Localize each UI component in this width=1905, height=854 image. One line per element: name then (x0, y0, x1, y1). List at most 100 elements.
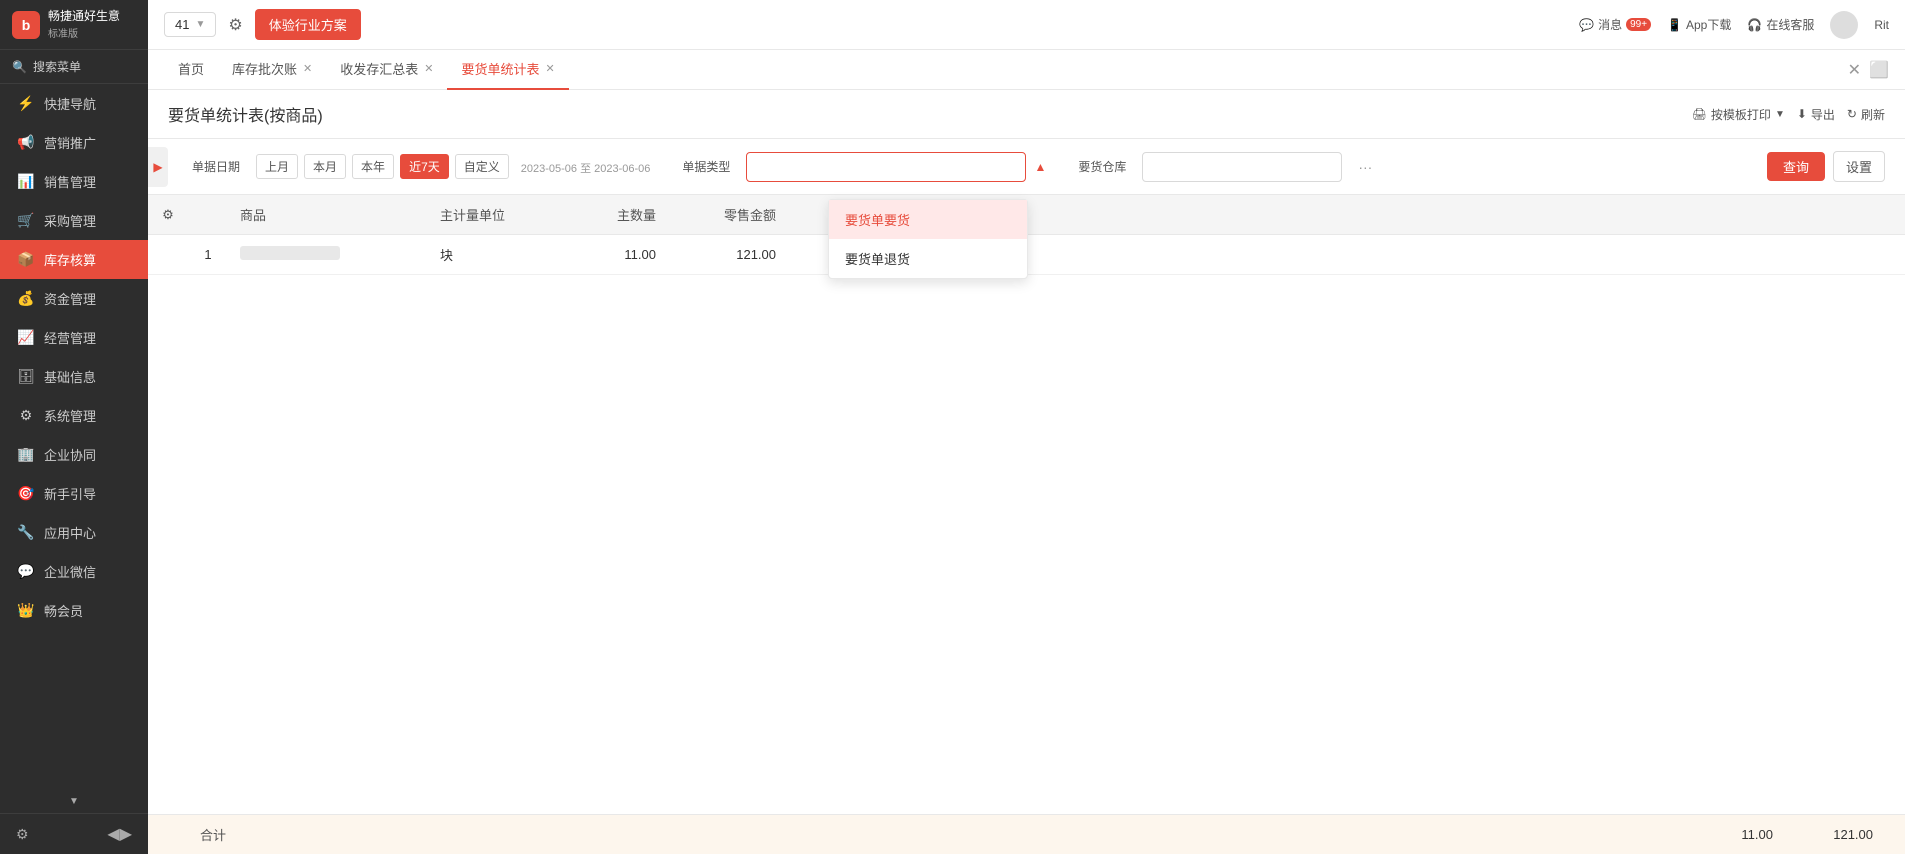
filter-type-input[interactable] (746, 152, 1026, 182)
filter-actions: 查询 设置 (1767, 151, 1885, 182)
query-btn[interactable]: 查询 (1767, 152, 1825, 181)
topbar-gear-icon[interactable]: ⚙ (228, 15, 242, 35)
app-download-icon: 📱 (1667, 18, 1682, 32)
tab-close-batch-account[interactable]: ✕ (303, 62, 312, 75)
app-download-btn[interactable]: 📱 App下载 (1667, 16, 1731, 33)
sidebar-item-vip[interactable]: 👑 畅会员 (0, 591, 148, 630)
col-quantity: 主数量 (548, 195, 668, 235)
tab-close-all-btn[interactable]: ✕ (1848, 60, 1861, 80)
print-template-btn[interactable]: 🖨 按模板打印 ▼ (1692, 106, 1785, 123)
warehouse-label: 要货仓库 (1078, 158, 1126, 175)
sidebar-item-wechat[interactable]: 💬 企业微信 (0, 552, 148, 591)
sidebar-item-purchase[interactable]: 🛒 采购管理 (0, 201, 148, 240)
sidebar: b 畅捷通好生意 标准版 🔍 搜索菜单 ⚡ 快捷导航 📢 营销推广 📊 销售管理… (0, 0, 148, 854)
promote-btn[interactable]: 体验行业方案 (255, 9, 361, 40)
sidebar-item-guide[interactable]: 🎯 新手引导 (0, 474, 148, 513)
type-label: 单据类型 (682, 158, 730, 175)
tab-expand-btn[interactable]: ⬜ (1869, 60, 1889, 80)
filter-custom-btn[interactable]: 自定义 (455, 154, 509, 179)
filter-type-group: ▲ (746, 152, 1046, 182)
col-product: 商品 (228, 195, 428, 235)
filter-last-7-days-btn[interactable]: 近7天 (400, 154, 449, 179)
filter-prev-month-btn[interactable]: 上月 (256, 154, 298, 179)
sidebar-item-appstore[interactable]: 🔧 应用中心 (0, 513, 148, 552)
company-dropdown[interactable]: 41 ▼ (164, 12, 216, 37)
footer-label: 合计 (160, 825, 400, 844)
search-icon: 🔍 (12, 60, 27, 74)
export-btn[interactable]: ⬇ 导出 (1797, 106, 1835, 123)
settings-bottom-icon[interactable]: ⚙ (16, 826, 29, 843)
setting-btn[interactable]: 设置 (1833, 151, 1885, 182)
filter-current-month-btn[interactable]: 本月 (304, 154, 346, 179)
tabs-bar: 首页 库存批次账 ✕ 收发存汇总表 ✕ 要货单统计表 ✕ ✕ ⬜ (148, 50, 1905, 90)
sidebar-search[interactable]: 🔍 搜索菜单 (0, 50, 148, 84)
filter-expand-btn[interactable]: ▶ (148, 147, 168, 187)
export-icon: ⬇ (1797, 107, 1807, 121)
purchase-icon: 🛒 (16, 212, 36, 229)
app-logo-icon: b (12, 11, 40, 39)
filter-more-icon[interactable]: ··· (1358, 159, 1372, 175)
print-icon: 🖨 (1692, 107, 1707, 121)
tab-close-order-stats[interactable]: ✕ (546, 62, 555, 75)
print-dropdown-icon: ▼ (1775, 109, 1785, 120)
guide-icon: 🎯 (16, 485, 36, 502)
tab-batch-account[interactable]: 库存批次账 ✕ (218, 50, 326, 90)
data-table-container: ⚙ 商品 主计量单位 主数量 零售金额 1 (148, 195, 1905, 814)
col-settings[interactable]: ⚙ (148, 195, 188, 235)
vip-icon: 👑 (16, 602, 36, 619)
sidebar-item-sales[interactable]: 📊 销售管理 (0, 162, 148, 201)
date-label: 单据日期 (192, 158, 240, 175)
filter-current-year-btn[interactable]: 本年 (352, 154, 394, 179)
finance-icon: 💰 (16, 290, 36, 307)
collapse-sidebar-btn[interactable]: ◀▶ (107, 824, 132, 844)
notification-icon: 💬 (1579, 18, 1594, 32)
user-avatar[interactable] (1830, 11, 1858, 39)
sidebar-item-basic[interactable]: 🗄 基础信息 (0, 357, 148, 396)
sidebar-item-inventory[interactable]: 📦 库存核算 (0, 240, 148, 279)
tab-close-receive-summary[interactable]: ✕ (424, 62, 433, 75)
tab-home[interactable]: 首页 (164, 50, 218, 90)
filter-type-arrow-icon[interactable]: ▲ (1034, 160, 1046, 174)
quick-nav-icon: ⚡ (16, 95, 36, 112)
product-placeholder (240, 246, 340, 260)
cell-row-num: 1 (188, 235, 228, 275)
sidebar-bottom: ⚙ ◀▶ (0, 813, 148, 854)
sidebar-item-system[interactable]: ⚙ 系统管理 (0, 396, 148, 435)
topbar: 41 ▼ ⚙ 体验行业方案 💬 消息 99+ 📱 App下载 🎧 在线客服 Ri… (148, 0, 1905, 50)
dropdown-item-order-return[interactable]: 要货单退货 (829, 239, 1027, 278)
online-support-btn[interactable]: 🎧 在线客服 (1747, 16, 1814, 33)
sidebar-logo: b 畅捷通好生意 标准版 (0, 0, 148, 50)
notification-btn[interactable]: 💬 消息 99+ (1579, 16, 1651, 33)
filter-bar: ▶ 单据日期 上月 本月 本年 近7天 自定义 2023-05-06 至 202… (148, 139, 1905, 195)
refresh-btn[interactable]: ↻ 刷新 (1847, 106, 1885, 123)
sidebar-item-marketing[interactable]: 📢 营销推广 (0, 123, 148, 162)
notification-badge: 99+ (1626, 18, 1651, 31)
tab-order-stats[interactable]: 要货单统计表 ✕ (447, 50, 568, 90)
sidebar-item-operations[interactable]: 📈 经营管理 (0, 318, 148, 357)
username-label[interactable]: Rit (1874, 18, 1889, 32)
dropdown-arrow-icon: ▼ (195, 19, 205, 30)
page-header: 要货单统计表(按商品) 🖨 按模板打印 ▼ ⬇ 导出 ↻ 刷新 (148, 90, 1905, 139)
sidebar-item-enterprise[interactable]: 🏢 企业协同 (0, 435, 148, 474)
cell-product (228, 235, 428, 275)
refresh-icon: ↻ (1847, 107, 1857, 121)
tab-receive-summary[interactable]: 收发存汇总表 ✕ (326, 50, 447, 90)
system-icon: ⚙ (16, 407, 36, 424)
cell-unit: 块 (428, 235, 548, 275)
cell-quantity: 11.00 (548, 235, 668, 275)
sidebar-scroll-down[interactable]: ▼ (0, 789, 148, 813)
enterprise-icon: 🏢 (16, 446, 36, 463)
footer-quantity: 11.00 (1693, 827, 1793, 842)
topbar-right: 💬 消息 99+ 📱 App下载 🎧 在线客服 Rit (1579, 11, 1889, 39)
filter-warehouse-input[interactable] (1142, 152, 1342, 182)
topbar-left: 41 ▼ ⚙ 体验行业方案 (164, 9, 1579, 40)
filter-date-range: 2023-05-06 至 2023-06-06 (521, 160, 651, 176)
dropdown-item-order-goods[interactable]: 要货单要货 (829, 200, 1027, 239)
filter-row: 单据日期 上月 本月 本年 近7天 自定义 2023-05-06 至 2023-… (192, 151, 1885, 182)
table-footer: 合计 11.00 121.00 (148, 814, 1905, 854)
sidebar-item-finance[interactable]: 💰 资金管理 (0, 279, 148, 318)
wechat-icon: 💬 (16, 563, 36, 580)
appstore-icon: 🔧 (16, 524, 36, 541)
inventory-icon: 📦 (16, 251, 36, 268)
sidebar-item-quick-nav[interactable]: ⚡ 快捷导航 (0, 84, 148, 123)
